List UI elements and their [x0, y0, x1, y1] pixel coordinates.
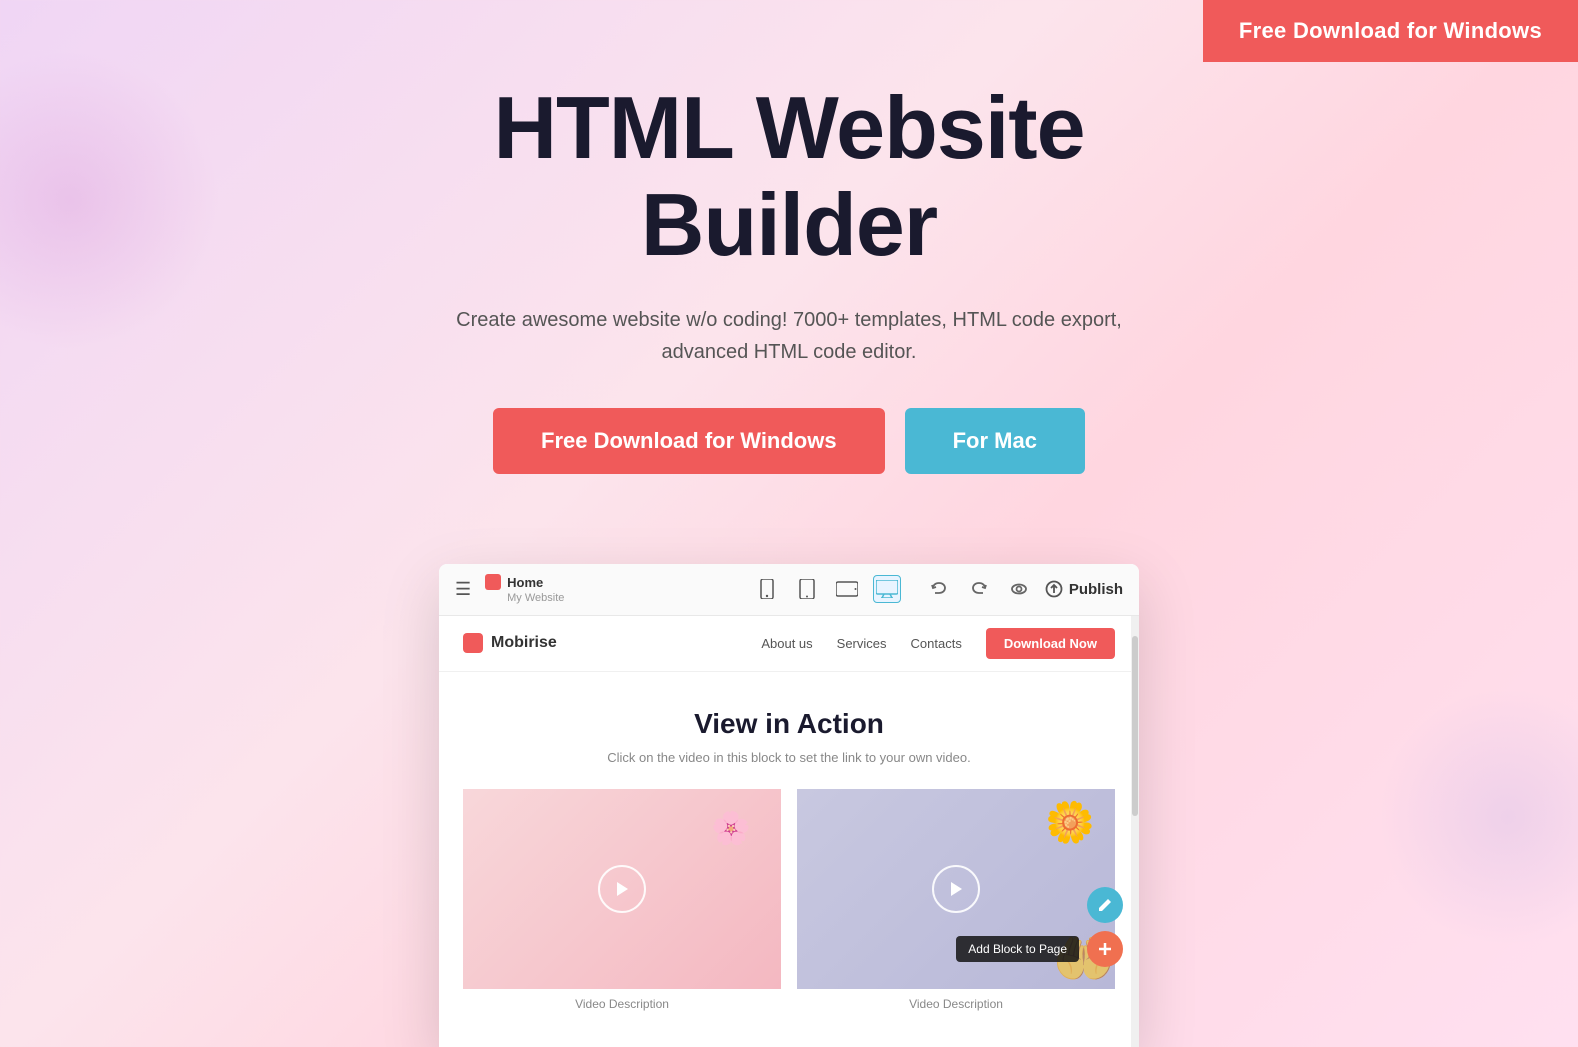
publish-button[interactable]: Publish	[1045, 580, 1123, 598]
device-icons-group	[753, 575, 901, 603]
device-tablet-landscape-icon[interactable]	[833, 575, 861, 603]
device-desktop-icon[interactable]	[873, 575, 901, 603]
hero-section: HTML Website Builder Create awesome webs…	[0, 0, 1578, 564]
preview-icon[interactable]	[1005, 575, 1033, 603]
video-thumb-1[interactable]: 🌸	[463, 789, 781, 989]
hero-buttons: Free Download for Windows For Mac	[0, 408, 1578, 474]
fab-area: Add Block to Page	[956, 887, 1123, 967]
video-desc-2: Video Description	[797, 997, 1115, 1011]
redo-icon[interactable]	[965, 575, 993, 603]
inner-content: View in Action Click on the video in thi…	[439, 672, 1139, 1047]
video-card-1: 🌸 Video Description	[463, 789, 781, 1011]
device-tablet-portrait-icon[interactable]	[793, 575, 821, 603]
menu-icon[interactable]: ☰	[455, 579, 471, 600]
page-info: Home My Website	[485, 574, 564, 604]
flower-decoration-2: 🌼	[1045, 799, 1095, 846]
inner-page-preview: Mobirise About us Services Contacts Down…	[439, 616, 1139, 1047]
add-block-tooltip: Add Block to Page	[956, 936, 1079, 962]
scrollbar-thumb	[1132, 636, 1138, 816]
inner-page-subtitle: Click on the video in this block to set …	[463, 750, 1115, 765]
brand-icon	[463, 633, 483, 653]
hero-subtitle: Create awesome website w/o coding! 7000+…	[449, 304, 1129, 368]
play-button-2[interactable]	[932, 865, 980, 913]
app-scrollbar[interactable]	[1131, 616, 1139, 1047]
page-name: Home	[485, 574, 564, 590]
top-cta-button[interactable]: Free Download for Windows	[1203, 0, 1578, 62]
nav-link-contacts[interactable]: Contacts	[911, 636, 962, 651]
play-button-1[interactable]	[598, 865, 646, 913]
fab-add-button[interactable]	[1087, 931, 1123, 967]
download-windows-button[interactable]: Free Download for Windows	[493, 408, 885, 474]
inner-page-title: View in Action	[463, 708, 1115, 740]
app-topbar: ☰ Home My Website	[439, 564, 1139, 616]
page-icon	[485, 574, 501, 590]
inner-download-button[interactable]: Download Now	[986, 628, 1115, 659]
app-preview-wrapper: ☰ Home My Website	[0, 564, 1578, 1047]
add-block-row: Add Block to Page	[956, 931, 1123, 967]
download-mac-button[interactable]: For Mac	[905, 408, 1085, 474]
inner-brand: Mobirise	[463, 633, 557, 653]
topbar-actions: Publish	[925, 575, 1123, 603]
nav-link-about[interactable]: About us	[761, 636, 812, 651]
inner-nav-links: About us Services Contacts Download Now	[761, 628, 1115, 659]
video-desc-1: Video Description	[463, 997, 781, 1011]
device-phone-icon[interactable]	[753, 575, 781, 603]
inner-navbar: Mobirise About us Services Contacts Down…	[439, 616, 1139, 672]
app-window: ☰ Home My Website	[439, 564, 1139, 1047]
nav-link-services[interactable]: Services	[837, 636, 887, 651]
flower-decoration-1: 🌸	[711, 809, 751, 847]
fab-edit-button[interactable]	[1087, 887, 1123, 923]
site-name: My Website	[485, 592, 564, 604]
hero-title: HTML Website Builder	[0, 80, 1578, 274]
undo-icon[interactable]	[925, 575, 953, 603]
